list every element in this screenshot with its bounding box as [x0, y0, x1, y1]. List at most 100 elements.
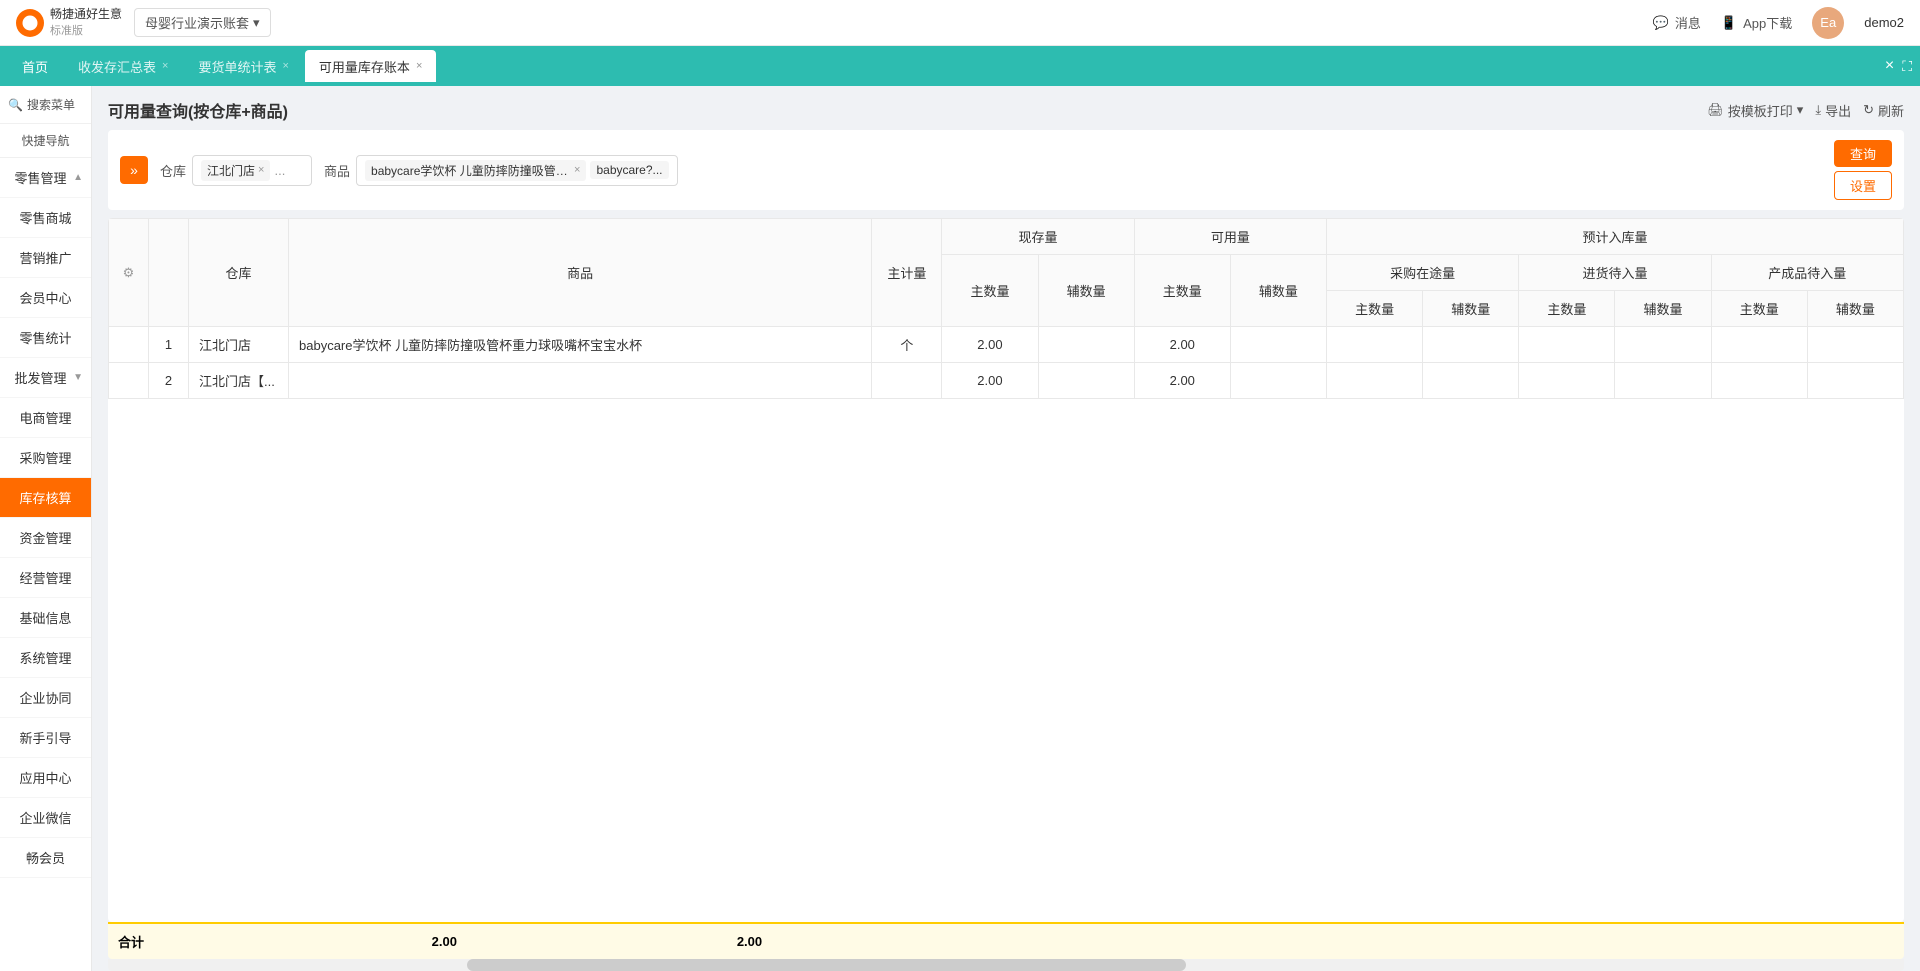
- sidebar-item-retail-mall[interactable]: 零售商城: [0, 198, 91, 238]
- sidebar-wholesale-label: 批发管理: [8, 368, 73, 387]
- sidebar-item-system[interactable]: 系统管理: [0, 638, 91, 678]
- sidebar-item-ecommerce[interactable]: 电商管理: [0, 398, 91, 438]
- th-incoming-main: 主数量: [1519, 291, 1615, 327]
- query-btn[interactable]: 查询: [1834, 140, 1892, 167]
- scrollbar-thumb[interactable]: [467, 959, 1185, 971]
- sidebar-item-enterprise[interactable]: 企业协同: [0, 678, 91, 718]
- print-label: 按模板打印: [1728, 101, 1793, 120]
- cell-avail-aux-1: [1230, 363, 1326, 399]
- cell-unit-0: 个: [872, 327, 942, 363]
- sidebar-item-retail-mgmt[interactable]: 零售管理 ▲: [0, 158, 91, 198]
- print-btn[interactable]: 🖨 按模板打印 ▾: [1707, 101, 1803, 120]
- warehouse-tag-close[interactable]: ×: [258, 164, 264, 176]
- cell-incoming-aux-1: [1615, 363, 1711, 399]
- refresh-btn[interactable]: ↻ 刷新: [1863, 101, 1904, 120]
- search-icon: 🔍: [8, 98, 23, 112]
- product-tag1-close[interactable]: ×: [574, 164, 580, 176]
- cell-purchase-aux-0: [1423, 327, 1519, 363]
- logo-text: 畅捷通好生意: [50, 7, 122, 23]
- tab-yaohuo-close[interactable]: ×: [282, 60, 288, 72]
- avatar[interactable]: Ea: [1812, 7, 1844, 39]
- sidebar-item-member2[interactable]: 畅会员: [0, 838, 91, 878]
- warehouse-label: 仓库: [160, 161, 186, 180]
- sidebar-quick-nav[interactable]: 快捷导航: [0, 124, 91, 158]
- data-table: ⚙ 仓库 商品 主计量 现存量 可用量 预计入库量 主数量 辅数: [108, 218, 1904, 399]
- tab-yaohuo[interactable]: 要货单统计表 ×: [184, 50, 302, 82]
- sidebar-operations-label: 经营管理: [8, 568, 83, 587]
- table-area: ⚙ 仓库 商品 主计量 现存量 可用量 预计入库量 主数量 辅数: [108, 218, 1904, 922]
- sidebar-item-operations[interactable]: 经营管理: [0, 558, 91, 598]
- export-label: 导出: [1825, 101, 1851, 120]
- logo-text-block: 畅捷通好生意 标准版: [50, 7, 122, 39]
- cell-product-0: babycare学饮杯 儿童防摔防撞吸管杯重力球吸嘴杯宝宝水杯: [289, 327, 872, 363]
- sidebar-item-inventory[interactable]: 库存核算: [0, 478, 91, 518]
- th-avail-main: 主数量: [1134, 255, 1230, 327]
- sidebar-member2-label: 畅会员: [8, 848, 83, 867]
- username-label: demo2: [1864, 15, 1904, 30]
- cell-production-main-1: [1711, 363, 1807, 399]
- sidebar-finance-label: 资金管理: [8, 528, 83, 547]
- top-bar: 畅捷通好生意 标准版 母婴行业演示账套 ▾ 💬 消息 📱 App下载 Ea de…: [0, 0, 1920, 46]
- sidebar-item-wholesale[interactable]: 批发管理 ▼: [0, 358, 91, 398]
- sidebar-search[interactable]: 🔍 搜索菜单: [0, 86, 91, 124]
- tab-keyongliang-close[interactable]: ×: [416, 60, 422, 72]
- sidebar-item-marketing[interactable]: 营销推广: [0, 238, 91, 278]
- footer-label: 合计: [118, 932, 368, 951]
- th-expected-inbound: 预计入库量: [1327, 219, 1904, 255]
- main-layout: 🔍 搜索菜单 快捷导航 零售管理 ▲ 零售商城 营销推广 会员中心 零售统计 批…: [0, 86, 1920, 971]
- tab-home[interactable]: 首页: [8, 50, 62, 82]
- sidebar-item-wechat[interactable]: 企业微信: [0, 798, 91, 838]
- cell-production-aux-0: [1807, 327, 1903, 363]
- tab-shoufa[interactable]: 收发存汇总表 ×: [64, 50, 182, 82]
- table-row: 2 江北门店【... 2.00 2.00: [109, 363, 1904, 399]
- message-btn[interactable]: 💬 消息: [1653, 13, 1701, 32]
- th-settings[interactable]: ⚙: [109, 219, 149, 327]
- footer-stock-aux: [521, 934, 674, 949]
- nav-close-all[interactable]: × ⛶: [1885, 57, 1912, 75]
- footer-avail-main: 2.00: [673, 934, 826, 949]
- sidebar-item-purchase[interactable]: 采购管理: [0, 438, 91, 478]
- cell-incoming-aux-0: [1615, 327, 1711, 363]
- warehouse-input[interactable]: 江北门店 × ...: [192, 155, 312, 186]
- settings-col-icon: ⚙: [123, 265, 135, 280]
- sidebar-wechat-label: 企业微信: [8, 808, 83, 827]
- cell-warehouse-1: 江北门店【...: [189, 363, 289, 399]
- tab-yaohuo-label: 要货单统计表: [198, 57, 276, 76]
- warehouse-tag: 江北门店 ×: [201, 160, 270, 181]
- sidebar-item-apps[interactable]: 应用中心: [0, 758, 91, 798]
- sidebar-retail-mall-label: 零售商城: [8, 208, 83, 227]
- app-download-label: App下载: [1743, 13, 1792, 32]
- th-unit: 主计量: [872, 219, 942, 327]
- cell-stock-main-0: 2.00: [942, 327, 1038, 363]
- sidebar-item-member[interactable]: 会员中心: [0, 278, 91, 318]
- cell-incoming-main-1: [1519, 363, 1615, 399]
- settings-btn[interactable]: 设置: [1834, 171, 1892, 200]
- app-download-btn[interactable]: 📱 App下载: [1721, 13, 1792, 32]
- tab-keyongliang[interactable]: 可用量库存账本 ×: [305, 50, 436, 82]
- filter-toggle-btn[interactable]: »: [120, 156, 148, 184]
- industry-selector[interactable]: 母婴行业演示账套 ▾: [134, 8, 271, 37]
- header-actions: 🖨 按模板打印 ▾ ⤓ 导出 ↻ 刷新: [1707, 101, 1904, 120]
- tab-shoufa-close[interactable]: ×: [162, 60, 168, 72]
- product-filter: 商品 babycare学饮杯 儿童防摔防撞吸管杯重力球吸嘴杯宝宝水杯 × bab…: [324, 155, 678, 186]
- cell-settings-1: [109, 363, 149, 399]
- sidebar-item-basic-info[interactable]: 基础信息: [0, 598, 91, 638]
- cell-avail-main-0: 2.00: [1134, 327, 1230, 363]
- product-input[interactable]: babycare学饮杯 儿童防摔防撞吸管杯重力球吸嘴杯宝宝水杯 × babyca…: [356, 155, 677, 186]
- cell-avail-aux-0: [1230, 327, 1326, 363]
- refresh-label: 刷新: [1878, 101, 1904, 120]
- th-stock-aux: 辅数量: [1038, 255, 1134, 327]
- th-purchase-main: 主数量: [1327, 291, 1423, 327]
- th-warehouse: 仓库: [189, 219, 289, 327]
- warehouse-more[interactable]: ...: [274, 163, 285, 178]
- export-btn[interactable]: ⤓ 导出: [1815, 101, 1851, 120]
- cell-avail-main-1: 2.00: [1134, 363, 1230, 399]
- cell-index-0: 1: [149, 327, 189, 363]
- scrollbar-area[interactable]: [108, 959, 1904, 971]
- table-scroll[interactable]: ⚙ 仓库 商品 主计量 现存量 可用量 预计入库量 主数量 辅数: [108, 218, 1904, 922]
- sidebar-item-retail-stats[interactable]: 零售统计: [0, 318, 91, 358]
- cell-stock-aux-1: [1038, 363, 1134, 399]
- cell-unit-1: [872, 363, 942, 399]
- sidebar-item-finance[interactable]: 资金管理: [0, 518, 91, 558]
- sidebar-item-guide[interactable]: 新手引导: [0, 718, 91, 758]
